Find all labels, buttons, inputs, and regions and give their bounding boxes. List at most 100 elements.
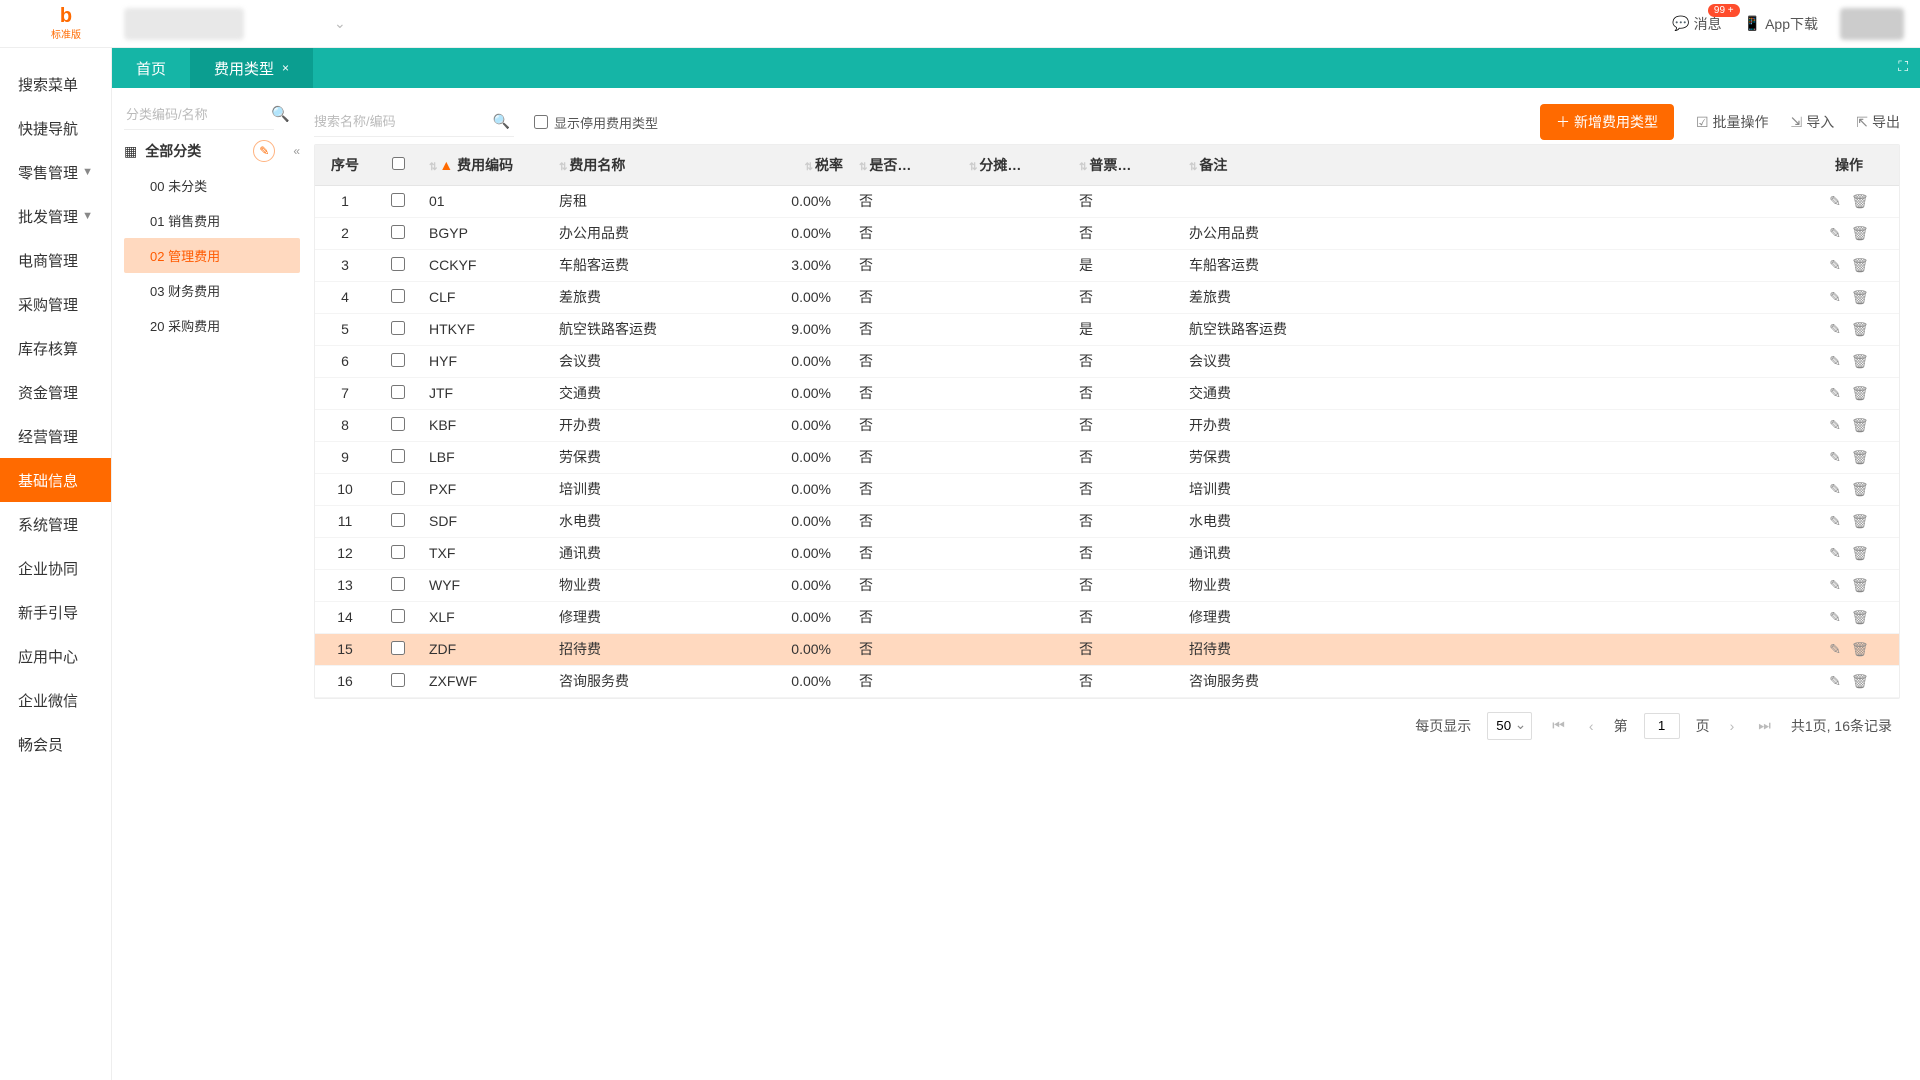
cell-check[interactable] <box>375 345 421 377</box>
cell-check[interactable] <box>375 281 421 313</box>
delete-row-icon[interactable]: 🗑 <box>1851 289 1869 306</box>
table-row[interactable]: 10PXF培训费0.00%否否培训费✎🗑 <box>315 473 1899 505</box>
row-checkbox[interactable] <box>391 641 405 655</box>
cell-check[interactable] <box>375 249 421 281</box>
category-item[interactable]: 01 销售费用 <box>124 203 300 238</box>
sidebar-item[interactable]: 基础信息 <box>0 458 111 502</box>
delete-row-icon[interactable]: 🗑 <box>1851 673 1869 690</box>
cell-check[interactable] <box>375 505 421 537</box>
table-row[interactable]: 2BGYP办公用品费0.00%否否办公用品费✎🗑 <box>315 217 1899 249</box>
edit-row-icon[interactable]: ✎ <box>1829 641 1841 658</box>
edit-row-icon[interactable]: ✎ <box>1829 481 1841 498</box>
table-row[interactable]: 13WYF物业费0.00%否否物业费✎🗑 <box>315 569 1899 601</box>
table-row[interactable]: 5HTKYF航空铁路客运费9.00%否是航空铁路客运费✎🗑 <box>315 313 1899 345</box>
edit-row-icon[interactable]: ✎ <box>1829 673 1841 690</box>
check-all-input[interactable] <box>392 157 405 170</box>
cell-check[interactable] <box>375 665 421 697</box>
pager-last-icon[interactable]: ⏭ <box>1754 717 1775 734</box>
edit-row-icon[interactable]: ✎ <box>1829 545 1841 562</box>
edit-row-icon[interactable]: ✎ <box>1829 609 1841 626</box>
table-row[interactable]: 16ZXFWF咨询服务费0.00%否否咨询服务费✎🗑 <box>315 665 1899 697</box>
edit-row-icon[interactable]: ✎ <box>1829 257 1841 274</box>
edit-row-icon[interactable]: ✎ <box>1829 193 1841 210</box>
delete-row-icon[interactable]: 🗑 <box>1851 257 1869 274</box>
row-checkbox[interactable] <box>391 513 405 527</box>
sidebar-item[interactable]: 企业协同 <box>0 546 111 590</box>
row-checkbox[interactable] <box>391 481 405 495</box>
sidebar-item[interactable]: 搜索菜单 <box>0 62 111 106</box>
cell-check[interactable] <box>375 473 421 505</box>
sidebar-item[interactable]: 电商管理 <box>0 238 111 282</box>
page-size-select[interactable]: 50 <box>1487 712 1532 740</box>
search-icon[interactable]: 🔍 <box>493 113 510 130</box>
delete-row-icon[interactable]: 🗑 <box>1851 513 1869 530</box>
sidebar-item[interactable]: 经营管理 <box>0 414 111 458</box>
row-checkbox[interactable] <box>391 385 405 399</box>
add-fee-type-button[interactable]: ＋ 新增费用类型 <box>1540 104 1674 140</box>
edit-row-icon[interactable]: ✎ <box>1829 321 1841 338</box>
category-item[interactable]: 03 财务费用 <box>124 273 300 308</box>
delete-row-icon[interactable]: 🗑 <box>1851 449 1869 466</box>
row-checkbox[interactable] <box>391 321 405 335</box>
col-check-all[interactable] <box>375 145 421 185</box>
table-row[interactable]: 8KBF开办费0.00%否否开办费✎🗑 <box>315 409 1899 441</box>
delete-row-icon[interactable]: 🗑 <box>1851 417 1869 434</box>
table-row[interactable]: 7JTF交通费0.00%否否交通费✎🗑 <box>315 377 1899 409</box>
row-checkbox[interactable] <box>391 449 405 463</box>
search-icon[interactable]: 🔍 <box>271 105 290 123</box>
cell-check[interactable] <box>375 409 421 441</box>
cell-check[interactable] <box>375 537 421 569</box>
delete-row-icon[interactable]: 🗑 <box>1851 577 1869 594</box>
edit-row-icon[interactable]: ✎ <box>1829 385 1841 402</box>
table-row[interactable]: 9LBF劳保费0.00%否否劳保费✎🗑 <box>315 441 1899 473</box>
cell-check[interactable] <box>375 633 421 665</box>
sidebar-item[interactable]: 应用中心 <box>0 634 111 678</box>
cell-check[interactable] <box>375 441 421 473</box>
cell-check[interactable] <box>375 313 421 345</box>
table-row[interactable]: 15ZDF招待费0.00%否否招待费✎🗑 <box>315 633 1899 665</box>
edit-row-icon[interactable]: ✎ <box>1829 289 1841 306</box>
row-checkbox[interactable] <box>391 673 405 687</box>
row-checkbox[interactable] <box>391 577 405 591</box>
tab-home[interactable]: 首页 <box>112 48 190 88</box>
pager-first-icon[interactable]: ⏮ <box>1548 717 1569 734</box>
messages-link[interactable]: 💬 消息 99 + <box>1672 14 1721 34</box>
sidebar-item[interactable]: 快捷导航 <box>0 106 111 150</box>
cell-check[interactable] <box>375 185 421 217</box>
row-checkbox[interactable] <box>391 417 405 431</box>
category-item[interactable]: 20 采购费用 <box>124 308 300 343</box>
cell-check[interactable] <box>375 377 421 409</box>
cell-check[interactable] <box>375 569 421 601</box>
export-button[interactable]: ⇱导出 <box>1856 112 1900 132</box>
batch-action-button[interactable]: ☑批量操作 <box>1696 112 1769 132</box>
sidebar-item[interactable]: 新手引导 <box>0 590 111 634</box>
category-item[interactable]: 02 管理费用 <box>124 238 300 273</box>
edit-row-icon[interactable]: ✎ <box>1829 417 1841 434</box>
col-isct[interactable]: ⇅是否… <box>851 145 961 185</box>
sidebar-item[interactable]: 采购管理 <box>0 282 111 326</box>
row-checkbox[interactable] <box>391 225 405 239</box>
row-checkbox[interactable] <box>391 353 405 367</box>
col-code[interactable]: ⇅▲ 费用编码 <box>421 145 551 185</box>
col-share[interactable]: ⇅分摊… <box>961 145 1071 185</box>
col-seq[interactable]: 序号 <box>315 145 375 185</box>
col-name[interactable]: ⇅费用名称 <box>551 145 751 185</box>
edit-row-icon[interactable]: ✎ <box>1829 449 1841 466</box>
edit-category-icon[interactable]: ✎ <box>253 140 275 162</box>
delete-row-icon[interactable]: 🗑 <box>1851 225 1869 242</box>
col-remark[interactable]: ⇅备注 <box>1181 145 1799 185</box>
table-row[interactable]: 11SDF水电费0.00%否否水电费✎🗑 <box>315 505 1899 537</box>
col-rate[interactable]: ⇅税率 <box>751 145 851 185</box>
edit-row-icon[interactable]: ✎ <box>1829 577 1841 594</box>
table-row[interactable]: 14XLF修理费0.00%否否修理费✎🗑 <box>315 601 1899 633</box>
edit-row-icon[interactable]: ✎ <box>1829 353 1841 370</box>
sidebar-item[interactable]: 企业微信 <box>0 678 111 722</box>
table-row[interactable]: 6HYF会议费0.00%否否会议费✎🗑 <box>315 345 1899 377</box>
cell-check[interactable] <box>375 217 421 249</box>
col-invoice[interactable]: ⇅普票… <box>1071 145 1181 185</box>
delete-row-icon[interactable]: 🗑 <box>1851 481 1869 498</box>
delete-row-icon[interactable]: 🗑 <box>1851 321 1869 338</box>
edit-row-icon[interactable]: ✎ <box>1829 513 1841 530</box>
category-item[interactable]: 00 未分类 <box>124 168 300 203</box>
all-categories-label[interactable]: 全部分类 <box>145 141 201 161</box>
